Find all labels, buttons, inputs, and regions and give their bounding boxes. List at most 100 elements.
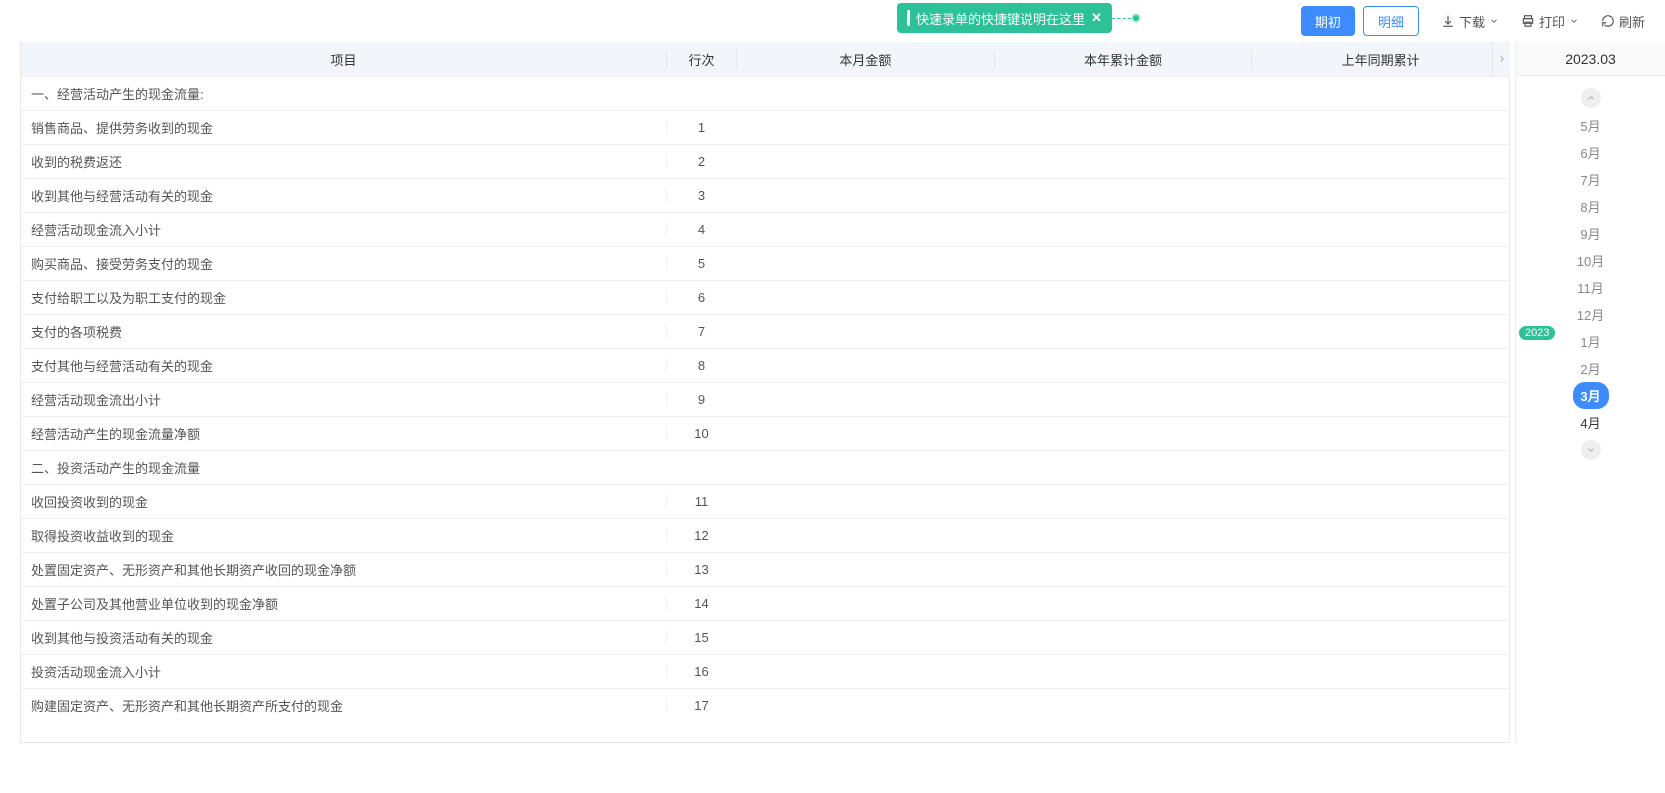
refresh-button[interactable]: 刷新 <box>1601 12 1645 31</box>
hint-bar-icon <box>907 10 910 26</box>
cell-row: 2 <box>666 154 736 169</box>
table-row[interactable]: 二、投资活动产生的现金流量 <box>21 450 1509 484</box>
cell-row: 11 <box>666 494 736 509</box>
cell-name: 支付的各项税费 <box>21 322 666 341</box>
cell-name: 经营活动现金流出小计 <box>21 390 666 409</box>
header-name: 项目 <box>21 50 666 69</box>
cell-name: 销售商品、提供劳务收到的现金 <box>21 118 666 137</box>
cell-name: 收回投资收到的现金 <box>21 492 666 511</box>
cell-name: 取得投资收益收到的现金 <box>21 526 666 545</box>
cell-name: 二、投资活动产生的现金流量 <box>21 458 666 477</box>
chevron-down-icon <box>1569 16 1579 26</box>
period-panel: 2023.03 5月6月7月8月9月10月11月12月 2023 1月2月3月4月 <box>1515 42 1665 743</box>
table-row[interactable]: 处置子公司及其他营业单位收到的现金净额14 <box>21 586 1509 620</box>
cell-row: 4 <box>666 222 736 237</box>
cell-name: 经营活动现金流入小计 <box>21 220 666 239</box>
cashflow-table: 项目 行次 本月金额 本年累计金额 上年同期累计 一、经营活动产生的现金流量: 销… <box>20 42 1510 743</box>
header-row: 行次 <box>666 50 736 69</box>
month-item[interactable]: 12月 <box>1573 301 1609 328</box>
table-row[interactable]: 投资活动现金流入小计16 <box>21 654 1509 688</box>
cell-row: 17 <box>666 698 736 713</box>
table-row[interactable]: 收回投资收到的现金11 <box>21 484 1509 518</box>
period-begin-label: 期初 <box>1315 12 1341 31</box>
month-item[interactable]: 6月 <box>1573 139 1609 166</box>
cell-row: 7 <box>666 324 736 339</box>
table-row[interactable]: 收到的税费返还2 <box>21 144 1509 178</box>
month-item[interactable]: 5月 <box>1573 112 1609 139</box>
cell-name: 投资活动现金流入小计 <box>21 662 666 681</box>
download-label: 下载 <box>1459 12 1485 31</box>
period-begin-button[interactable]: 期初 <box>1301 6 1355 36</box>
table-row[interactable]: 经营活动现金流入小计4 <box>21 212 1509 246</box>
period-year-label[interactable]: 2023.03 <box>1516 42 1665 76</box>
table-row[interactable]: 购建固定资产、无形资产和其他长期资产所支付的现金17 <box>21 688 1509 722</box>
table-row[interactable]: 经营活动产生的现金流量净额10 <box>21 416 1509 450</box>
month-item[interactable]: 8月 <box>1573 193 1609 220</box>
month-item[interactable]: 10月 <box>1573 247 1609 274</box>
month-item[interactable]: 7月 <box>1573 166 1609 193</box>
period-month-list: 5月6月7月8月9月10月11月12月 2023 1月2月3月4月 <box>1516 76 1665 472</box>
cell-name: 收到其他与经营活动有关的现金 <box>21 186 666 205</box>
table-row[interactable]: 支付的各项税费7 <box>21 314 1509 348</box>
cell-row: 5 <box>666 256 736 271</box>
cell-row: 10 <box>666 426 736 441</box>
cell-row: 3 <box>666 188 736 203</box>
header-year: 本年累计金额 <box>994 50 1252 69</box>
table-row[interactable]: 支付给职工以及为职工支付的现金6 <box>21 280 1509 314</box>
table-row[interactable]: 处置固定资产、无形资产和其他长期资产收回的现金净额13 <box>21 552 1509 586</box>
download-button[interactable]: 下载 <box>1441 12 1499 31</box>
cell-name: 一、经营活动产生的现金流量: <box>21 84 666 103</box>
scroll-up-icon[interactable] <box>1581 88 1601 108</box>
header-month: 本月金额 <box>736 50 994 69</box>
expand-chevron[interactable] <box>1492 42 1510 76</box>
month-item[interactable]: 11月 <box>1573 274 1609 301</box>
scroll-down-icon[interactable] <box>1581 440 1601 460</box>
cell-name: 支付给职工以及为职工支付的现金 <box>21 288 666 307</box>
cell-row: 12 <box>666 528 736 543</box>
table-header: 项目 行次 本月金额 本年累计金额 上年同期累计 <box>21 42 1509 76</box>
print-label: 打印 <box>1539 12 1565 31</box>
cell-name: 支付其他与经营活动有关的现金 <box>21 356 666 375</box>
download-icon <box>1441 14 1455 28</box>
month-item[interactable]: 2月 <box>1573 355 1609 382</box>
table-row[interactable]: 收到其他与投资活动有关的现金15 <box>21 620 1509 654</box>
cell-name: 购买商品、接受劳务支付的现金 <box>21 254 666 273</box>
month-item[interactable]: 1月 <box>1573 328 1609 355</box>
table-row[interactable]: 销售商品、提供劳务收到的现金1 <box>21 110 1509 144</box>
month-item[interactable]: 4月 <box>1573 409 1609 436</box>
cell-row: 13 <box>666 562 736 577</box>
cell-row: 8 <box>666 358 736 373</box>
month-item[interactable]: 9月 <box>1573 220 1609 247</box>
table-row[interactable]: 购买商品、接受劳务支付的现金5 <box>21 246 1509 280</box>
table-row[interactable]: 支付其他与经营活动有关的现金8 <box>21 348 1509 382</box>
refresh-icon <box>1601 14 1615 28</box>
hint-text: 快速录单的快捷键说明在这里 <box>916 9 1085 28</box>
month-item[interactable]: 3月 <box>1573 382 1609 409</box>
hint-connector-line <box>1107 18 1131 19</box>
toolbar: 快速录单的快捷键说明在这里 ✕ 期初 明细 下载 打印 <box>0 0 1665 42</box>
table-row[interactable]: 经营活动现金流出小计9 <box>21 382 1509 416</box>
year-badge: 2023 <box>1519 326 1555 340</box>
cell-name: 收到的税费返还 <box>21 152 666 171</box>
close-icon[interactable]: ✕ <box>1091 10 1102 26</box>
cell-row: 6 <box>666 290 736 305</box>
detail-button[interactable]: 明细 <box>1363 6 1419 36</box>
cell-name: 经营活动产生的现金流量净额 <box>21 424 666 443</box>
hint-bubble: 快速录单的快捷键说明在这里 ✕ <box>897 3 1112 33</box>
print-icon <box>1521 14 1535 28</box>
cell-name: 购建固定资产、无形资产和其他长期资产所支付的现金 <box>21 696 666 715</box>
detail-label: 明细 <box>1378 12 1404 31</box>
print-button[interactable]: 打印 <box>1521 12 1579 31</box>
refresh-label: 刷新 <box>1619 12 1645 31</box>
header-prev: 上年同期累计 <box>1251 50 1509 69</box>
cell-row: 16 <box>666 664 736 679</box>
cell-row: 14 <box>666 596 736 611</box>
table-body[interactable]: 一、经营活动产生的现金流量:销售商品、提供劳务收到的现金1收到的税费返还2收到其… <box>21 76 1509 742</box>
table-row[interactable]: 收到其他与经营活动有关的现金3 <box>21 178 1509 212</box>
cell-row: 15 <box>666 630 736 645</box>
hint-connector-dot <box>1131 13 1141 23</box>
cell-row: 9 <box>666 392 736 407</box>
table-row[interactable]: 一、经营活动产生的现金流量: <box>21 76 1509 110</box>
table-row[interactable]: 取得投资收益收到的现金12 <box>21 518 1509 552</box>
cell-name: 收到其他与投资活动有关的现金 <box>21 628 666 647</box>
